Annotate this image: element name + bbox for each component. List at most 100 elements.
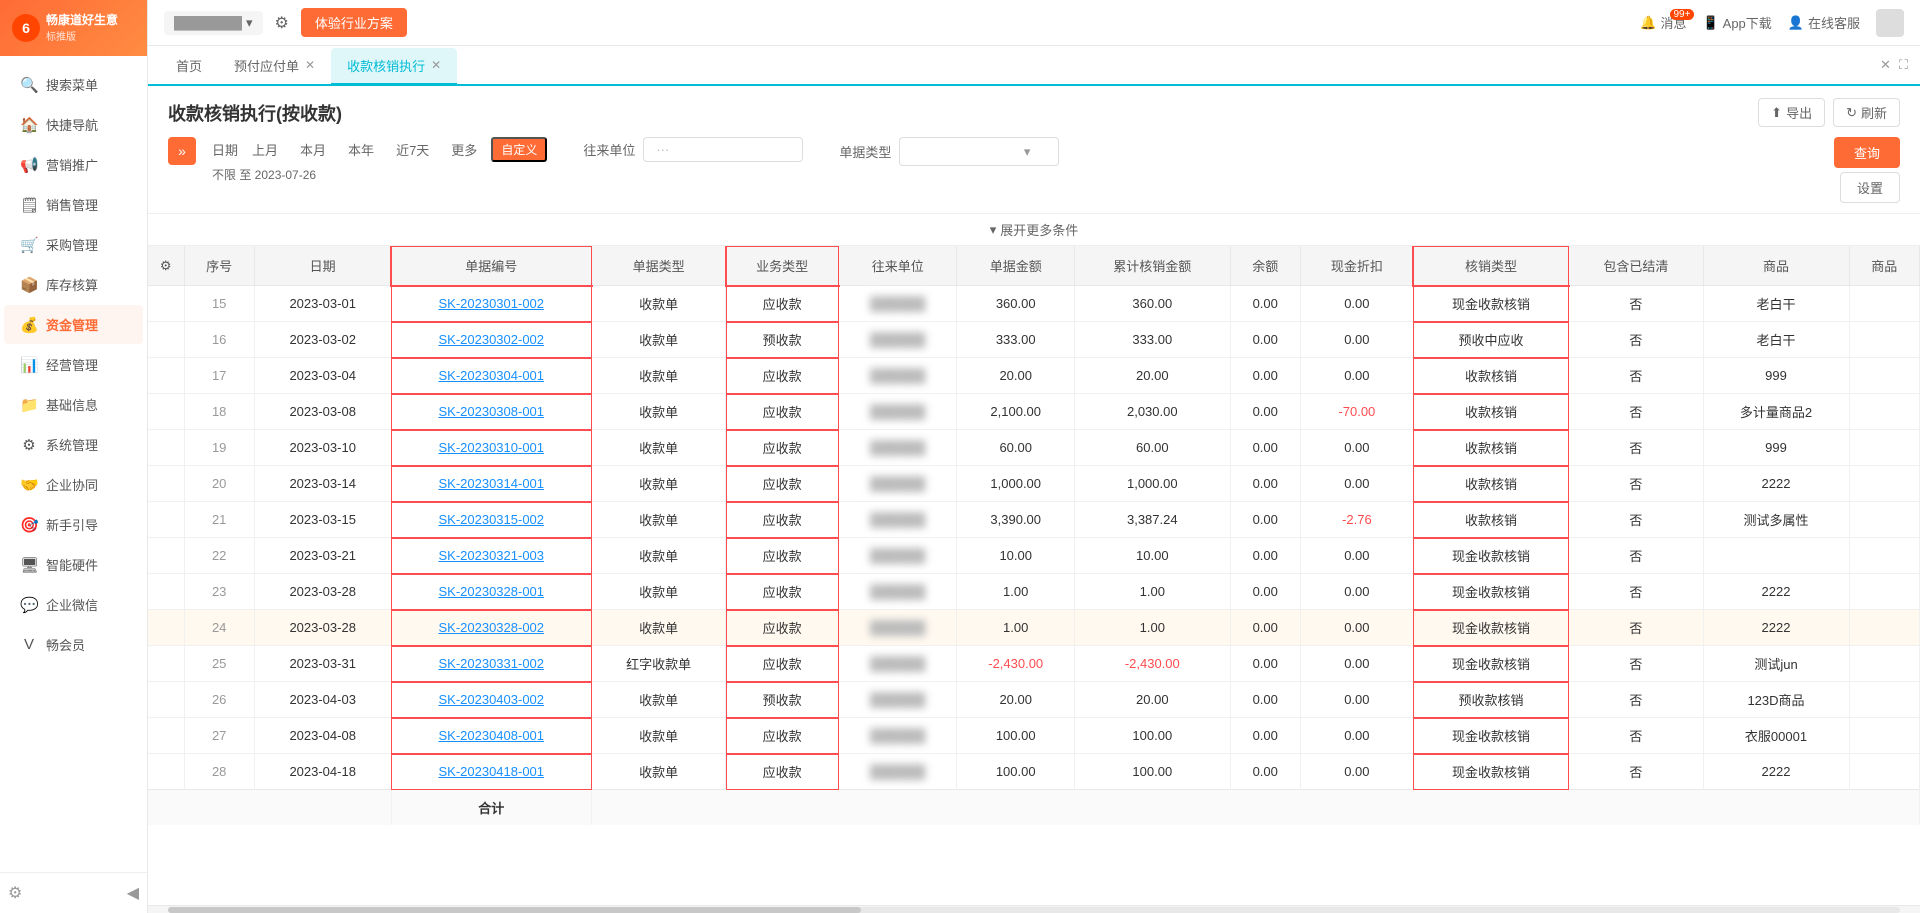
table-row[interactable]: 282023-04-18SK-20230418-001收款单应收款██████1… [148, 754, 1920, 790]
sales-icon: 🗒 [20, 196, 38, 214]
close-window-icon[interactable]: ✕ [1880, 57, 1891, 73]
sidebar-item-finance[interactable]: 💰 资金管理 [4, 305, 143, 344]
company-selector[interactable]: ████████ ▾ [164, 11, 263, 35]
sidebar-item-operation[interactable]: 📊 经营管理 [4, 345, 143, 384]
table-cell [148, 322, 184, 358]
table-row[interactable]: 272023-04-08SK-20230408-001收款单应收款██████1… [148, 718, 1920, 754]
table-cell[interactable]: SK-20230310-001 [391, 430, 592, 466]
filter-toggle-btn[interactable]: » [168, 137, 196, 165]
table-cell: -2.76 [1300, 502, 1413, 538]
date-this-month-btn[interactable]: 本月 [292, 137, 334, 162]
table-cell: 2023-03-31 [254, 646, 391, 682]
table-cell: 0.00 [1300, 286, 1413, 322]
table-row[interactable]: 192023-03-10SK-20230310-001收款单应收款██████6… [148, 430, 1920, 466]
table-cell[interactable]: SK-20230308-001 [391, 394, 592, 430]
table-cell: 收款单 [592, 754, 726, 790]
date-last-month-btn[interactable]: 上月 [244, 137, 286, 162]
sidebar-item-search-menu[interactable]: 🔍 搜索菜单 [4, 65, 143, 104]
table-cell: ██████ [839, 538, 957, 574]
sidebar-item-inventory[interactable]: 📦 库存核算 [4, 265, 143, 304]
tab-collection-exec[interactable]: 收款核销执行 ✕ [331, 48, 457, 85]
tab-home[interactable]: 首页 [160, 48, 218, 85]
system-icon: ⚙ [20, 436, 38, 454]
date-custom-btn[interactable]: 自定义 [491, 137, 547, 162]
col-amount: 单据金额 [957, 246, 1075, 286]
table-row[interactable]: 262023-04-03SK-20230403-002收款单预收款██████2… [148, 682, 1920, 718]
table-cell[interactable]: SK-20230315-002 [391, 502, 592, 538]
table-row[interactable]: 252023-03-31SK-20230331-002红字收款单应收款█████… [148, 646, 1920, 682]
sidebar-item-enterprise[interactable]: 🤝 企业协同 [4, 465, 143, 504]
table-cell: 100.00 [957, 754, 1075, 790]
table-cell[interactable]: SK-20230328-001 [391, 574, 592, 610]
maximize-icon[interactable]: ⛶ [1899, 57, 1908, 73]
counterparty-input[interactable]: ··· [643, 137, 803, 162]
sidebar-collapse-icon[interactable]: ◀ [127, 883, 139, 903]
table-cell: 2222 [1703, 754, 1849, 790]
query-btn[interactable]: 查询 [1834, 137, 1900, 168]
table-cell[interactable]: SK-20230408-001 [391, 718, 592, 754]
tab-pre-payment[interactable]: 预付应付单 ✕ [218, 48, 331, 85]
date-more-btn[interactable]: 更多 [443, 137, 485, 162]
gear-icon[interactable]: ⚙ [275, 13, 289, 33]
table-cell[interactable]: SK-20230302-002 [391, 322, 592, 358]
table-cell[interactable]: SK-20230331-002 [391, 646, 592, 682]
header-actions: 🔔 消息 99+ 📱 App下载 👤 在线客服 [1640, 9, 1904, 37]
sidebar-item-system[interactable]: ⚙ 系统管理 [4, 425, 143, 464]
refresh-btn[interactable]: ↻ 刷新 [1833, 98, 1900, 127]
voucher-type-select[interactable]: ▾ [899, 137, 1059, 166]
avatar[interactable] [1876, 9, 1904, 37]
settings-btn[interactable]: 设置 [1840, 172, 1900, 203]
table-cell[interactable]: SK-20230314-001 [391, 466, 592, 502]
table-row[interactable]: 172023-03-04SK-20230304-001收款单应收款██████2… [148, 358, 1920, 394]
table-cell[interactable]: SK-20230403-002 [391, 682, 592, 718]
table-row[interactable]: 242023-03-28SK-20230328-002收款单应收款██████1… [148, 610, 1920, 646]
table-cell [1849, 610, 1919, 646]
sidebar-item-guide[interactable]: 🎯 新手引导 [4, 505, 143, 544]
table-cell[interactable]: SK-20230328-002 [391, 610, 592, 646]
sidebar-item-marketing[interactable]: 📢 营销推广 [4, 145, 143, 184]
table-cell [1849, 754, 1919, 790]
date-7days-btn[interactable]: 近7天 [388, 137, 437, 162]
table-scrollbar[interactable] [148, 905, 1920, 913]
sidebar-item-wechat[interactable]: 💬 企业微信 [4, 585, 143, 624]
table-row[interactable]: 152023-03-01SK-20230301-002收款单应收款██████3… [148, 286, 1920, 322]
sidebar-settings-icon[interactable]: ⚙ [8, 883, 22, 903]
experience-btn[interactable]: 体验行业方案 [301, 8, 407, 37]
sidebar-item-hardware[interactable]: 🖥 智能硬件 [4, 545, 143, 584]
table-cell [1849, 574, 1919, 610]
sidebar-item-label: 智能硬件 [46, 555, 98, 574]
bell-icon: 🔔 [1640, 15, 1656, 31]
table-cell[interactable]: SK-20230418-001 [391, 754, 592, 790]
export-btn[interactable]: ⬆ 导出 [1758, 98, 1825, 127]
sidebar-item-sales[interactable]: 🗒 销售管理 [4, 185, 143, 224]
table-row[interactable]: 202023-03-14SK-20230314-001收款单应收款██████1… [148, 466, 1920, 502]
app-download-btn[interactable]: 📱 App下载 [1702, 13, 1771, 32]
tab-close-icon[interactable]: ✕ [305, 58, 315, 72]
table-row[interactable]: 212023-03-15SK-20230315-002收款单应收款██████3… [148, 502, 1920, 538]
table-cell: 0.00 [1230, 322, 1300, 358]
date-range-display: 不限 至 2023-07-26 [212, 166, 547, 183]
table-cell: 应收款 [726, 646, 839, 682]
col-settings[interactable]: ⚙ [148, 246, 184, 286]
table-cell[interactable]: SK-20230304-001 [391, 358, 592, 394]
table-row[interactable]: 162023-03-02SK-20230302-002收款单预收款██████3… [148, 322, 1920, 358]
col-counterparty: 往来单位 [839, 246, 957, 286]
tab-close-icon[interactable]: ✕ [431, 58, 441, 72]
table-row[interactable]: 222023-03-21SK-20230321-003收款单应收款██████1… [148, 538, 1920, 574]
expand-conditions-btn[interactable]: ▾ 展开更多条件 [990, 220, 1079, 239]
sidebar-item-quick-nav[interactable]: 🏠 快捷导航 [4, 105, 143, 144]
sidebar-item-vip[interactable]: V 畅会员 [4, 625, 143, 664]
sidebar-item-basic-info[interactable]: 📁 基础信息 [4, 385, 143, 424]
notification-btn[interactable]: 🔔 消息 99+ [1640, 13, 1686, 32]
date-this-year-btn[interactable]: 本年 [340, 137, 382, 162]
table-cell[interactable]: SK-20230301-002 [391, 286, 592, 322]
sidebar-item-purchase[interactable]: 🛒 采购管理 [4, 225, 143, 264]
main-area: ████████ ▾ ⚙ 体验行业方案 🔔 消息 99+ 📱 App下载 👤 在… [148, 0, 1920, 913]
table-row[interactable]: 182023-03-08SK-20230308-001收款单应收款██████2… [148, 394, 1920, 430]
table-cell[interactable]: SK-20230321-003 [391, 538, 592, 574]
online-service-btn[interactable]: 👤 在线客服 [1788, 13, 1860, 32]
sidebar-item-label: 畅会员 [46, 635, 85, 654]
table-cell: 0.00 [1300, 358, 1413, 394]
table-cell: 10.00 [1075, 538, 1230, 574]
table-row[interactable]: 232023-03-28SK-20230328-001收款单应收款██████1… [148, 574, 1920, 610]
